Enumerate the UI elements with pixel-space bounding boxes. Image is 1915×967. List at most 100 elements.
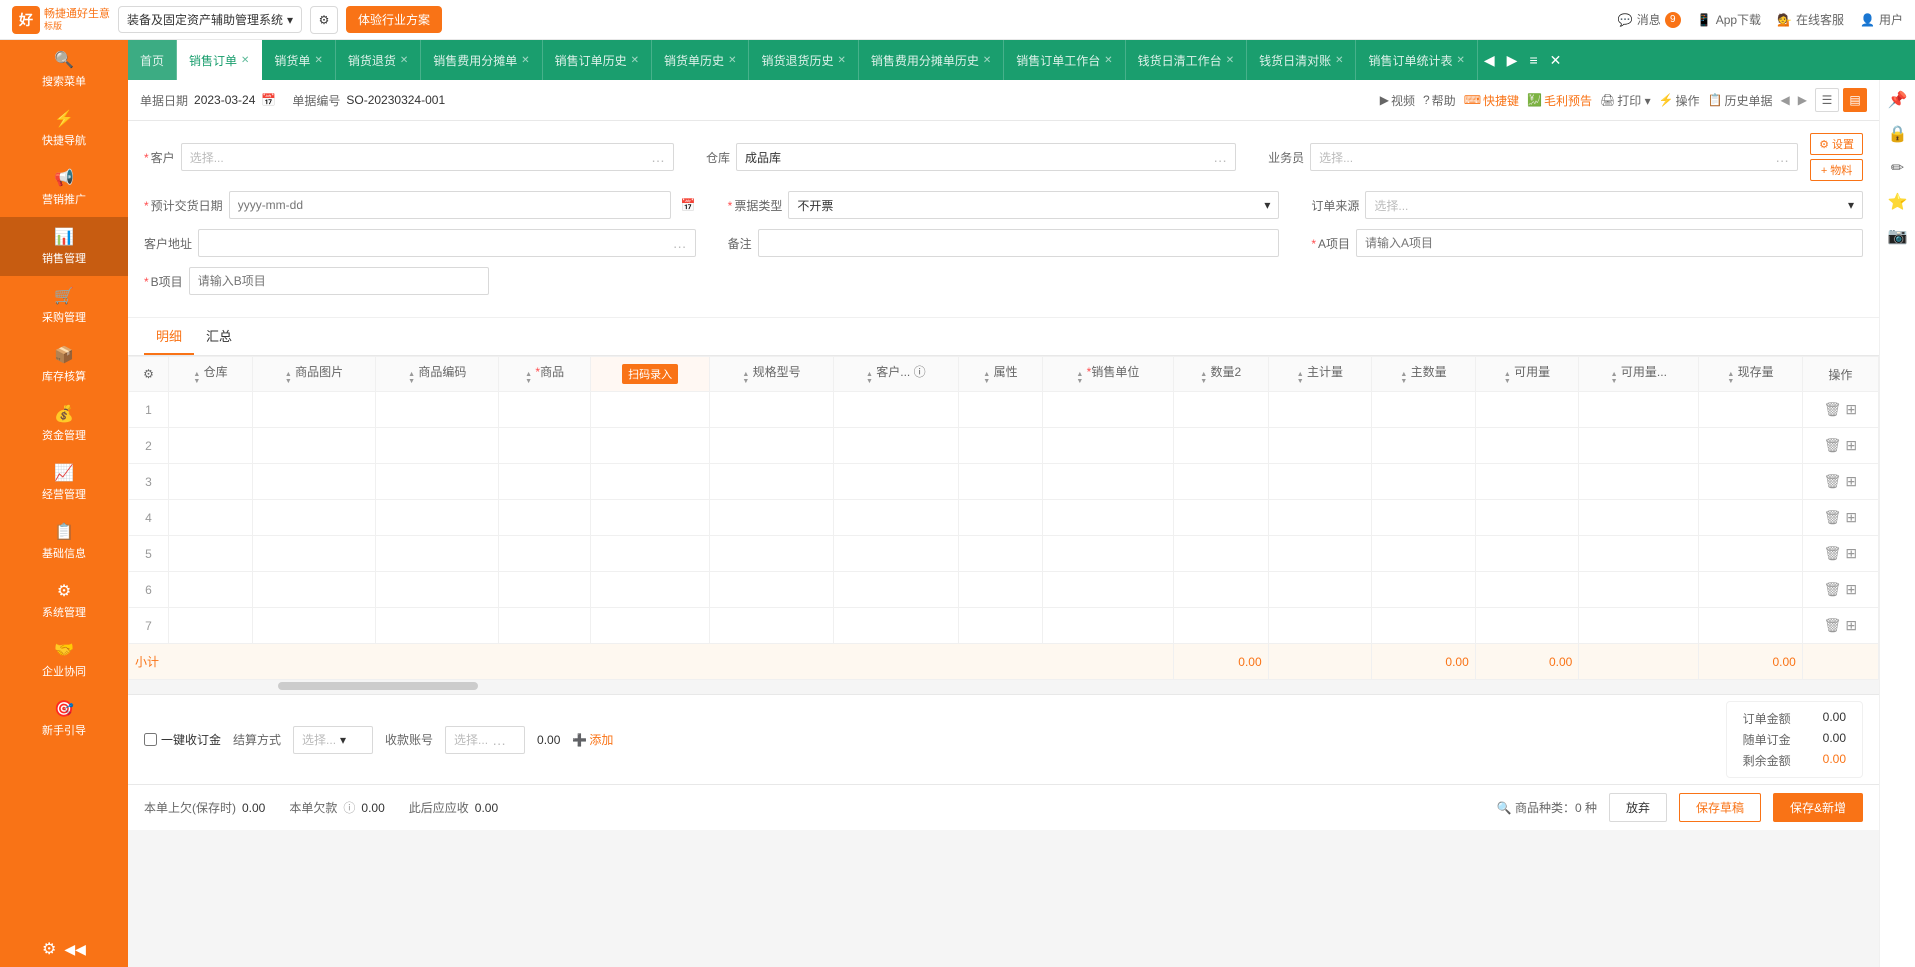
settings-icon[interactable]: ⚙ (310, 6, 338, 34)
right-tool-pin[interactable]: 📌 (1882, 84, 1914, 116)
customer-input[interactable]: 选择... … (181, 143, 674, 171)
row-copy-icon[interactable]: ⊞ (1845, 473, 1857, 490)
tab-next-icon[interactable]: ▶ (1501, 40, 1524, 80)
list-view-btn[interactable]: ☰ (1815, 88, 1839, 112)
aproject-input[interactable] (1356, 229, 1863, 257)
tab-cost-split[interactable]: 销售费用分摊单 ✕ (421, 40, 542, 80)
warehouse-more-icon[interactable]: … (1213, 149, 1227, 165)
row-copy-icon[interactable]: ⊞ (1845, 545, 1857, 562)
tab-order-workbench[interactable]: 销售订单工作台 ✕ (1004, 40, 1125, 80)
row-delete-icon[interactable]: 🗑 (1824, 545, 1842, 562)
tab-sales-order[interactable]: 销售订单 ✕ (177, 40, 262, 80)
scroll-indicator[interactable] (128, 682, 1879, 694)
address-input[interactable]: … (198, 229, 696, 257)
add-material-btn[interactable]: + 物料 (1810, 159, 1863, 181)
remark-input[interactable] (758, 229, 1280, 257)
customer-more-icon[interactable]: … (651, 149, 665, 165)
row-copy-icon[interactable]: ⊞ (1845, 509, 1857, 526)
order-source-select[interactable]: 选择... ▾ (1365, 191, 1863, 219)
sidebar-item-finance[interactable]: 💰 资金管理 (0, 394, 128, 453)
row-delete-icon[interactable]: 🗑 (1824, 473, 1842, 490)
tab-home[interactable]: 首页 (128, 40, 177, 80)
profit-action[interactable]: 💹 毛利预告 (1527, 92, 1592, 109)
tab-close-icon[interactable]: ✕ (1335, 55, 1343, 66)
row-delete-icon[interactable]: 🗑 (1824, 581, 1842, 598)
right-tool-star[interactable]: ⭐ (1882, 186, 1914, 218)
sidebar-item-basic[interactable]: 📋 基础信息 (0, 512, 128, 571)
tab-return-history[interactable]: 销货退货历史 ✕ (749, 40, 858, 80)
right-tool-camera[interactable]: 📷 (1882, 220, 1914, 252)
row-copy-icon[interactable]: ⊞ (1845, 437, 1857, 454)
grid-view-btn[interactable]: ▤ (1843, 88, 1867, 112)
history-action[interactable]: 📋 历史单据 (1708, 92, 1773, 109)
sidebar-item-marketing[interactable]: 📢 营销推广 (0, 158, 128, 217)
tab-close-icon[interactable]: ✕ (400, 55, 408, 66)
tab-invoice[interactable]: 销货单 ✕ (262, 40, 335, 80)
sidebar-item-search[interactable]: 🔍 搜索菜单 (0, 40, 128, 99)
tab-prev-icon[interactable]: ◀ (1478, 40, 1501, 80)
message-item[interactable]: 💬 消息 9 (1618, 11, 1681, 28)
tab-invoice-history[interactable]: 销货单历史 ✕ (652, 40, 749, 80)
sidebar-item-system[interactable]: ⚙ 系统管理 (0, 571, 128, 630)
add-button[interactable]: ➕ 添加 (572, 731, 613, 748)
address-more-icon[interactable]: … (673, 235, 687, 251)
delivery-calendar-icon[interactable]: 📅 (681, 198, 696, 212)
tab-close-icon[interactable]: ✕ (1104, 55, 1112, 66)
tab-close-icon[interactable]: ✕ (241, 55, 249, 66)
delivery-input[interactable] (229, 191, 671, 219)
settle-method-select[interactable]: 选择... ▾ (293, 726, 373, 754)
industry-button[interactable]: 体验行业方案 (346, 6, 442, 33)
discard-button[interactable]: 放弃 (1609, 793, 1667, 822)
save-draft-button[interactable]: 保存草稿 (1679, 793, 1761, 822)
tab-close-all-icon[interactable]: ✕ (1544, 40, 1568, 80)
receipt-more-icon[interactable]: … (492, 732, 506, 748)
tab-close-icon[interactable]: ✕ (837, 55, 845, 66)
tab-summary[interactable]: 汇总 (194, 318, 244, 355)
collect-deposit-check[interactable] (144, 733, 157, 746)
sidebar-item-guide[interactable]: 🎯 新手引导 (0, 689, 128, 748)
receipt-account-select[interactable]: 选择... … (445, 726, 525, 754)
tab-order-history[interactable]: 销售订单历史 ✕ (543, 40, 652, 80)
save-new-button[interactable]: 保存&新增 (1773, 793, 1863, 822)
tab-close-icon[interactable]: ✕ (1226, 55, 1234, 66)
online-support-item[interactable]: 💁 在线客服 (1777, 11, 1844, 28)
col-config[interactable]: ⚙ (129, 357, 169, 392)
tab-stats[interactable]: 销售订单统计表 ✕ (1356, 40, 1477, 80)
sidebar-gear-icon[interactable]: ⚙ (42, 939, 56, 959)
help-action[interactable]: ? 帮助 (1423, 92, 1456, 109)
collect-deposit-checkbox[interactable]: 一键收订金 (144, 731, 221, 748)
shortcut-action[interactable]: ⌨ 快捷键 (1464, 92, 1519, 109)
right-tool-lock[interactable]: 🔒 (1882, 118, 1914, 150)
tab-close-icon[interactable]: ✕ (314, 55, 322, 66)
invoice-select[interactable]: 不开票 ▾ (788, 191, 1279, 219)
print-action[interactable]: 🖨 打印 ▾ (1600, 92, 1651, 109)
row-delete-icon[interactable]: 🗑 (1824, 509, 1842, 526)
operation-action[interactable]: ⚡ 操作 (1659, 92, 1700, 109)
tab-detail[interactable]: 明细 (144, 318, 194, 355)
sidebar-item-operation[interactable]: 📈 经营管理 (0, 453, 128, 512)
sidebar-item-inventory[interactable]: 📦 库存核算 (0, 335, 128, 394)
row-copy-icon[interactable]: ⊞ (1845, 581, 1857, 598)
sidebar-item-collab[interactable]: 🤝 企业协同 (0, 630, 128, 689)
tab-close-icon[interactable]: ✕ (631, 55, 639, 66)
tab-close-icon[interactable]: ✕ (521, 55, 529, 66)
sidebar-item-quicknav[interactable]: ⚡ 快捷导航 (0, 99, 128, 158)
row-delete-icon[interactable]: 🗑 (1824, 401, 1842, 418)
staff-input[interactable]: 选择... … (1310, 143, 1798, 171)
row-delete-icon[interactable]: 🗑 (1824, 437, 1842, 454)
tab-return[interactable]: 销货退货 ✕ (336, 40, 421, 80)
nav-prev-icon[interactable]: ◀ (1781, 93, 1790, 107)
calendar-icon[interactable]: 📅 (261, 93, 276, 107)
video-action[interactable]: ▶ 视频 (1380, 92, 1415, 109)
row-delete-icon[interactable]: 🗑 (1824, 617, 1842, 634)
sidebar-item-purchase[interactable]: 🛒 采购管理 (0, 276, 128, 335)
tab-reconcile[interactable]: 钱货日清对账 ✕ (1247, 40, 1356, 80)
warehouse-input[interactable]: 成品库 … (736, 143, 1236, 171)
tab-close-icon[interactable]: ✕ (1457, 55, 1465, 66)
tab-cost-history[interactable]: 销售费用分摊单历史 ✕ (859, 40, 1004, 80)
staff-more-icon[interactable]: … (1775, 149, 1789, 165)
nav-next-icon[interactable]: ▶ (1798, 93, 1807, 107)
right-tool-edit[interactable]: ✏ (1882, 152, 1914, 184)
tab-menu-icon[interactable]: ≡ (1523, 40, 1543, 80)
tab-daily-workbench[interactable]: 钱货日清工作台 ✕ (1126, 40, 1247, 80)
